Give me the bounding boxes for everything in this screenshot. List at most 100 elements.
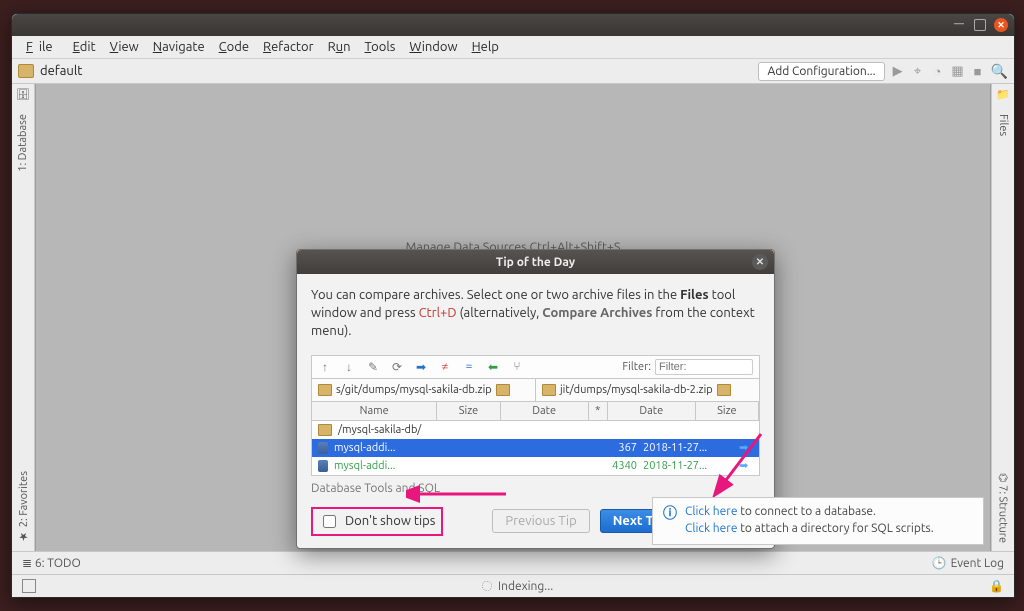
diff-arrow-icon[interactable]: ➡ [739,459,753,472]
col-size2[interactable]: Size [696,402,759,420]
dialog-titlebar[interactable]: Tip of the Day ✕ [297,250,774,274]
run-icon[interactable]: ▶ [891,64,905,78]
arrow-up-icon[interactable]: ↑ [318,360,332,374]
stop-icon[interactable]: ■ [971,64,985,78]
filter-label: Filter: [622,361,651,373]
dialog-body: You can compare archives. Select one or … [297,274,774,347]
menu-tools[interactable]: Tools [359,38,402,56]
status-text: Indexing... [498,580,553,593]
profile-icon[interactable]: ▦ [951,64,965,78]
right-tool-strip: 📁 Files ⌬ 7: Structure [991,84,1014,551]
bottom-toolbar: ≣ 6: TODO 🕒 Event Log [12,551,1014,575]
refresh-icon[interactable]: ⟳ [390,360,404,374]
structure-tool-label[interactable]: ⌬ 7: Structure [997,473,1010,543]
add-configuration-button[interactable]: Add Configuration... [758,62,884,81]
todo-tool-button[interactable]: ≣ 6: TODO [22,556,81,570]
app-window: File Edit View Navigate Code Refactor Ru… [11,13,1015,598]
left-tool-strip: 🗄 1: Database ★ 2: Favorites [12,84,35,551]
edit-icon[interactable]: ✎ [366,360,380,374]
row-size: 367 [587,442,637,454]
menu-file[interactable]: File [20,38,65,56]
sql-file-icon [318,460,328,472]
menu-run[interactable]: Run [322,38,357,56]
debug-icon[interactable]: ⌖ [911,64,925,78]
database-tool-icon[interactable]: 🗄 [16,88,30,102]
path-right-text: jit/dumps/mysql-sakila-db-2.zip [560,384,713,396]
folder-name: /mysql-sakila-db/ [338,424,421,436]
equal-icon[interactable]: = [462,360,476,374]
menu-edit[interactable]: Edit [67,38,102,56]
col-size[interactable]: Size [437,402,500,420]
row-filename: mysql-addi... [334,442,395,454]
menu-help[interactable]: Help [466,38,505,56]
filter-input[interactable] [655,359,753,375]
menu-code[interactable]: Code [213,38,255,56]
project-name[interactable]: default [40,64,82,78]
sync-right-icon[interactable]: ➡ [414,360,428,374]
search-everywhere-icon[interactable]: 🔍 [991,63,1008,80]
hint-text: to attach a directory for SQL scripts. [737,522,933,535]
table-row-folder[interactable]: /mysql-sakila-db/ [312,421,759,439]
menu-refactor[interactable]: Refactor [257,38,320,56]
lock-icon[interactable]: 🔒 [989,579,1004,593]
dialog-close-icon[interactable]: ✕ [752,254,768,270]
compare-path-right[interactable]: jit/dumps/mysql-sakila-db-2.zip [536,379,759,401]
connect-hint-panel: ⓘ Click here to connect to a database. C… [652,497,984,545]
files-tool-icon[interactable]: 📁 [996,88,1010,102]
dont-show-tips-checkbox[interactable]: Don't show tips [311,507,443,536]
row-date: 2018-11-27... [643,442,733,454]
shortcut-label: Ctrl+D [419,306,457,320]
menu-view[interactable]: View [104,38,145,56]
arrow-down-icon[interactable]: ↓ [342,360,356,374]
files-toolwindow-label: Files [680,288,708,302]
folder-icon [542,384,556,396]
main-area: 🗄 1: Database ★ 2: Favorites Manage Data… [12,84,1014,551]
database-tool-label[interactable]: 1: Database [17,110,29,176]
not-equal-icon[interactable]: ≠ [438,360,452,374]
col-date2[interactable]: Date [608,402,696,420]
progress-spinner-icon: ◌ [482,580,492,593]
attach-dir-link[interactable]: Click here [685,522,737,535]
favorites-tool-label[interactable]: ★ 2: Favorites [17,471,30,543]
info-icon: ⓘ [663,504,677,538]
event-log-button[interactable]: 🕒 Event Log [932,556,1004,570]
compare-archives-label: Compare Archives [542,306,652,320]
window-maximize-button[interactable] [974,19,986,31]
dont-show-tips-input[interactable] [323,515,336,528]
row-date: 2018-11-27... [643,460,733,472]
hint-text: to connect to a database. [737,505,876,518]
table-row[interactable]: mysql-addi... 4340 2018-11-27... ➡ [312,457,759,475]
compare-header: Name Size Date * Date Size [312,402,759,421]
tool-window-toggle-icon[interactable] [22,579,36,593]
dont-show-tips-label: Don't show tips [345,514,435,528]
col-date[interactable]: Date [501,402,589,420]
connect-link[interactable]: Click here [685,505,737,518]
window-titlebar [12,14,1014,36]
navigation-toolbar: default Add Configuration... ▶ ⌖ ◔ ▦ ■ 🔍 [12,59,1014,84]
status-bar: ◌ Indexing... 🔒 [12,575,1014,597]
col-name[interactable]: Name [312,402,437,420]
row-size: 4340 [587,460,637,472]
folder-icon [318,424,332,436]
path-left-text: s/git/dumps/mysql-sakila-db.zip [336,384,492,396]
coverage-icon[interactable]: ◔ [931,64,945,78]
diff-arrow-icon[interactable]: ➡ [739,441,753,454]
files-tool-label[interactable]: Files [997,110,1009,140]
branch-icon[interactable]: ⑂ [510,360,524,374]
col-diff[interactable]: * [589,402,608,420]
sync-left-icon[interactable]: ⬅ [486,360,500,374]
menu-window[interactable]: Window [403,38,463,56]
table-row-selected[interactable]: mysql-addi... 367 2018-11-27... ➡ [312,439,759,457]
window-close-button[interactable] [994,18,1008,32]
previous-tip-button[interactable]: Previous Tip [492,509,589,533]
compare-paths: s/git/dumps/mysql-sakila-db.zip jit/dump… [312,379,759,402]
body-text: (alternatively, [459,306,542,320]
compare-path-left[interactable]: s/git/dumps/mysql-sakila-db.zip [312,379,536,401]
folder-icon [496,384,510,396]
window-minimize-button[interactable] [952,18,966,32]
sql-file-icon [318,442,328,454]
dialog-title-text: Tip of the Day [496,256,575,269]
menu-navigate[interactable]: Navigate [147,38,211,56]
editor-canvas: Manage Data Sources Ctrl+Alt+Shift+S Tip… [35,84,991,551]
menu-bar: File Edit View Navigate Code Refactor Ru… [12,36,1014,59]
